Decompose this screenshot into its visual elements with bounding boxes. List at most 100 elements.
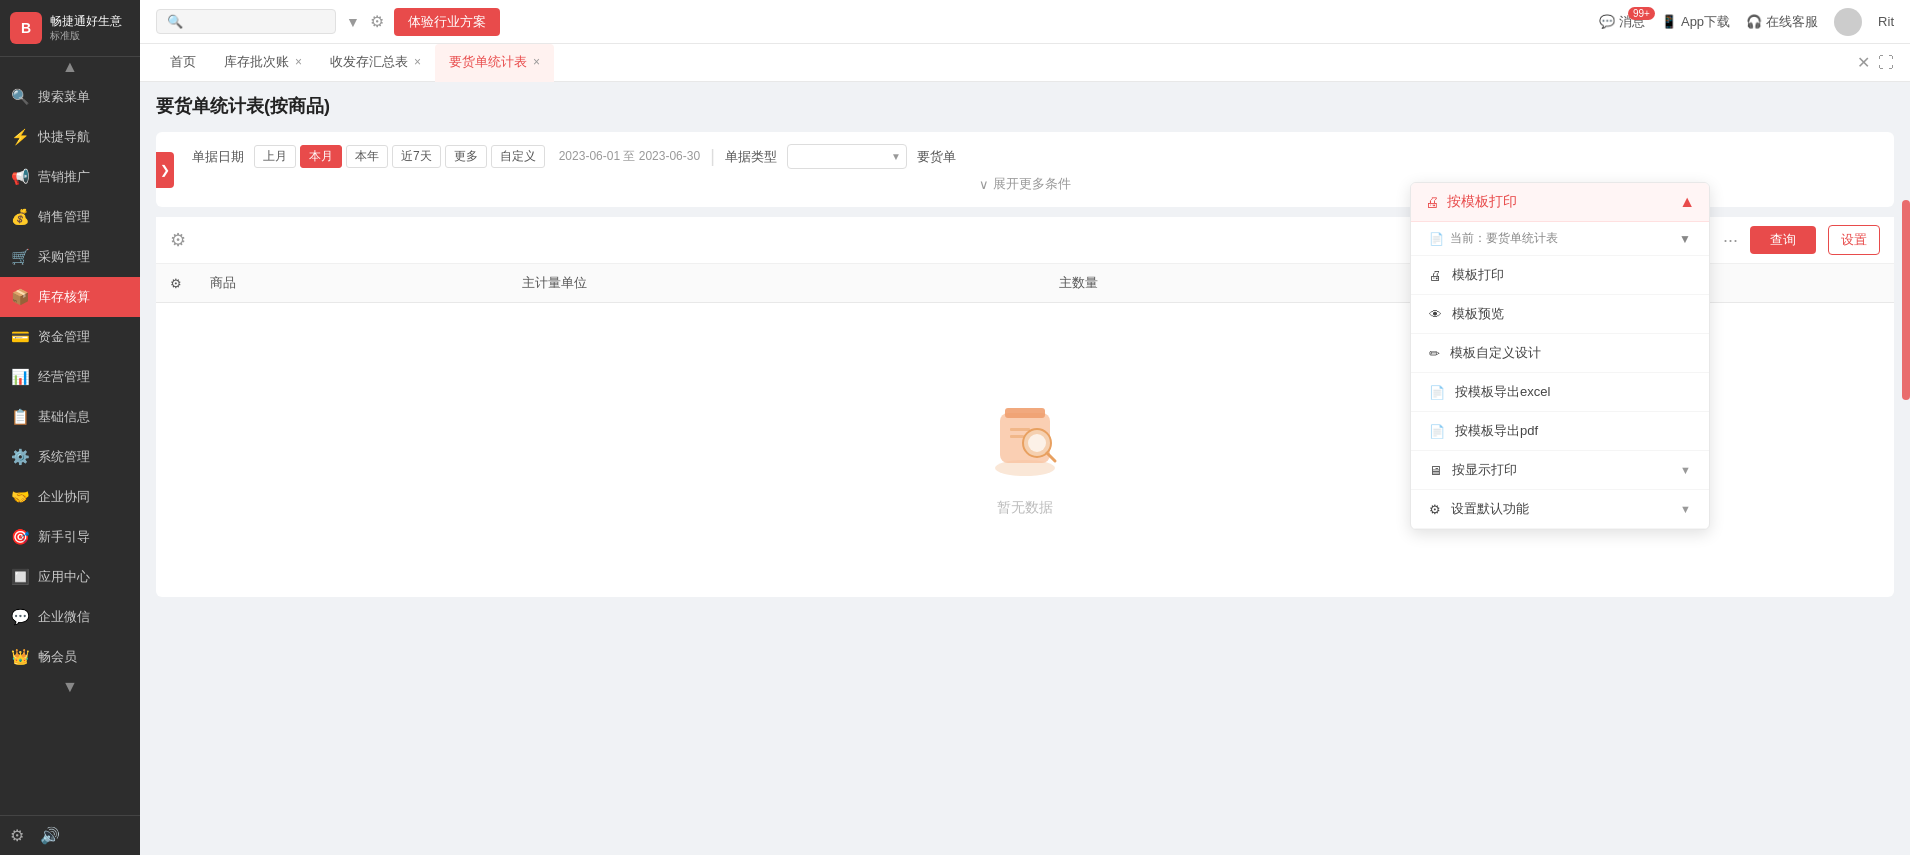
sidebar-scroll-up[interactable]: ▲ (0, 57, 140, 77)
sidebar-item-quick-nav[interactable]: ⚡ 快捷导航 (0, 117, 140, 157)
guide-icon: 🎯 (10, 527, 30, 547)
filter-date-buttons: 上月 本月 本年 近7天 更多 自定义 (254, 145, 545, 168)
filter-type-select[interactable] (787, 144, 907, 169)
print-dropdown-item-set-default[interactable]: ⚙ 设置默认功能 ▼ (1411, 490, 1709, 529)
sidebar-item-finance[interactable]: 💳 资金管理 (0, 317, 140, 357)
tabs-actions: ✕ ⛶ (1857, 53, 1894, 72)
filter-date-custom[interactable]: 自定义 (491, 145, 545, 168)
message-icon: 💬 (1599, 14, 1615, 29)
print-dropdown-item-display-print[interactable]: 🖥 按显示打印 ▼ (1411, 451, 1709, 490)
col-settings: ⚙ (156, 264, 196, 303)
username-label: Rit (1878, 14, 1894, 29)
right-scrollbar[interactable] (1902, 200, 1910, 400)
filter-row: ❯ 单据日期 上月 本月 本年 近7天 更多 自定义 2023-06-01 至 … (172, 144, 1878, 169)
export-pdf-icon: 📄 (1429, 424, 1445, 439)
topbar-search-box[interactable]: 🔍 (156, 9, 336, 34)
sidebar-item-sales[interactable]: 💰 销售管理 (0, 197, 140, 237)
tab-summary[interactable]: 收发存汇总表 × (316, 44, 435, 82)
svg-point-4 (1028, 434, 1046, 452)
settings-button[interactable]: 设置 (1828, 225, 1880, 255)
sidebar-logo: B 畅捷通好生意 标准版 (0, 0, 140, 57)
sidebar-scroll-down[interactable]: ▼ (0, 677, 140, 697)
main-area: 🔍 ▼ ⚙ 体验行业方案 💬 消息 99+ 📱 App下载 🎧 在线客服 Rit (140, 0, 1910, 855)
filter-date-7days[interactable]: 近7天 (392, 145, 441, 168)
empty-icon (975, 383, 1075, 483)
tab-close-inventory-batch[interactable]: × (295, 55, 302, 69)
tab-close-order-stats[interactable]: × (533, 55, 540, 69)
query-button[interactable]: 查询 (1750, 226, 1816, 254)
sidebar-item-member[interactable]: 👑 畅会员 (0, 637, 140, 677)
filter-date-more[interactable]: 更多 (445, 145, 487, 168)
svg-rect-7 (1010, 435, 1024, 438)
service-icon: 🎧 (1746, 14, 1762, 29)
settings-bottom-icon[interactable]: ⚙ (10, 826, 24, 845)
sidebar-item-cooperation[interactable]: 🤝 企业协同 (0, 477, 140, 517)
filter-expand-button[interactable]: ❯ (156, 152, 174, 188)
quick-nav-icon: ⚡ (10, 127, 30, 147)
tab-close-summary[interactable]: × (414, 55, 421, 69)
col-settings-icon[interactable]: ⚙ (170, 276, 182, 291)
inventory-icon: 📦 (10, 287, 30, 307)
topbar-dropdown-icon[interactable]: ▼ (346, 14, 360, 30)
print-dropdown: 🖨 按模板打印 ▲ 📄 当前：要货单统计表 ▼ 🖨 模板打印 👁 模板预览 (1410, 182, 1710, 530)
app-center-icon: 🔲 (10, 567, 30, 587)
table-settings-icon[interactable]: ⚙ (170, 229, 186, 251)
empty-state-message: 暂无数据 (997, 499, 1053, 517)
sound-bottom-icon[interactable]: 🔊 (40, 826, 60, 845)
sidebar-item-marketing[interactable]: 📢 营销推广 (0, 157, 140, 197)
topbar: 🔍 ▼ ⚙ 体验行业方案 💬 消息 99+ 📱 App下载 🎧 在线客服 Rit (140, 0, 1910, 44)
tabs-close-all-btn[interactable]: ✕ (1857, 53, 1870, 72)
template-print-icon: 🖨 (1429, 268, 1442, 283)
sidebar-search[interactable]: 🔍 搜索菜单 (0, 77, 140, 117)
sidebar-item-enterprise-wechat[interactable]: 💬 企业微信 (0, 597, 140, 637)
topbar-online-service[interactable]: 🎧 在线客服 (1746, 13, 1818, 31)
sidebar-item-inventory[interactable]: 📦 库存核算 (0, 277, 140, 317)
more-options-btn[interactable]: ··· (1723, 230, 1738, 251)
filter-date-range: 2023-06-01 至 2023-06-30 (559, 148, 700, 165)
topbar-gear-icon[interactable]: ⚙ (370, 12, 384, 31)
sales-icon: 💰 (10, 207, 30, 227)
expand-more-icon: ∨ (979, 177, 989, 192)
sidebar-item-system[interactable]: ⚙️ 系统管理 (0, 437, 140, 477)
svg-rect-2 (1005, 408, 1045, 418)
cooperation-icon: 🤝 (10, 487, 30, 507)
tab-order-stats[interactable]: 要货单统计表 × (435, 44, 554, 82)
template-preview-icon: 👁 (1429, 307, 1442, 322)
user-avatar[interactable] (1834, 8, 1862, 36)
sidebar-item-purchase[interactable]: 🛒 采购管理 (0, 237, 140, 277)
print-dropdown-item-export-pdf[interactable]: 📄 按模板导出pdf (1411, 412, 1709, 451)
app-icon: 📱 (1661, 14, 1677, 29)
col-unit: 主计量单位 (508, 264, 1045, 303)
topbar-search-icon: 🔍 (167, 14, 183, 29)
app-logo-icon: B (10, 12, 42, 44)
topbar-trial-button[interactable]: 体验行业方案 (394, 8, 500, 36)
filter-separator: | (710, 146, 715, 167)
print-dropdown-item-template-print[interactable]: 🖨 模板打印 (1411, 256, 1709, 295)
page-title: 要货单统计表(按商品) (156, 94, 1894, 118)
print-dropdown-item-export-excel[interactable]: 📄 按模板导出excel (1411, 373, 1709, 412)
template-custom-icon: ✏ (1429, 346, 1440, 361)
print-dropdown-header[interactable]: 🖨 按模板打印 ▲ (1411, 183, 1709, 222)
app-logo-text: 畅捷通好生意 标准版 (50, 14, 122, 43)
sidebar-item-basic[interactable]: 📋 基础信息 (0, 397, 140, 437)
sidebar-item-guide[interactable]: 🎯 新手引导 (0, 517, 140, 557)
topbar-right: 💬 消息 99+ 📱 App下载 🎧 在线客服 Rit (1599, 8, 1894, 36)
print-dropdown-item-template-preview[interactable]: 👁 模板预览 (1411, 295, 1709, 334)
topbar-app-download[interactable]: 📱 App下载 (1661, 13, 1730, 31)
col-goods: 商品 (196, 264, 508, 303)
topbar-messages[interactable]: 💬 消息 99+ (1599, 13, 1645, 31)
message-badge: 99+ (1628, 7, 1655, 20)
filter-date-this-year[interactable]: 本年 (346, 145, 388, 168)
filter-date-last-month[interactable]: 上月 (254, 145, 296, 168)
print-dropdown-item-template-custom[interactable]: ✏ 模板自定义设计 (1411, 334, 1709, 373)
sidebar-item-app-center[interactable]: 🔲 应用中心 (0, 557, 140, 597)
filter-date-this-month[interactable]: 本月 (300, 145, 342, 168)
tab-home[interactable]: 首页 (156, 44, 210, 82)
print-dropdown-collapse-icon[interactable]: ▲ (1679, 193, 1695, 211)
sidebar-item-operations[interactable]: 📊 经营管理 (0, 357, 140, 397)
member-icon: 👑 (10, 647, 30, 667)
tabs-expand-btn[interactable]: ⛶ (1878, 54, 1894, 72)
set-default-icon: ⚙ (1429, 502, 1441, 517)
current-arrow: ▼ (1679, 232, 1691, 246)
tab-inventory-batch[interactable]: 库存批次账 × (210, 44, 316, 82)
